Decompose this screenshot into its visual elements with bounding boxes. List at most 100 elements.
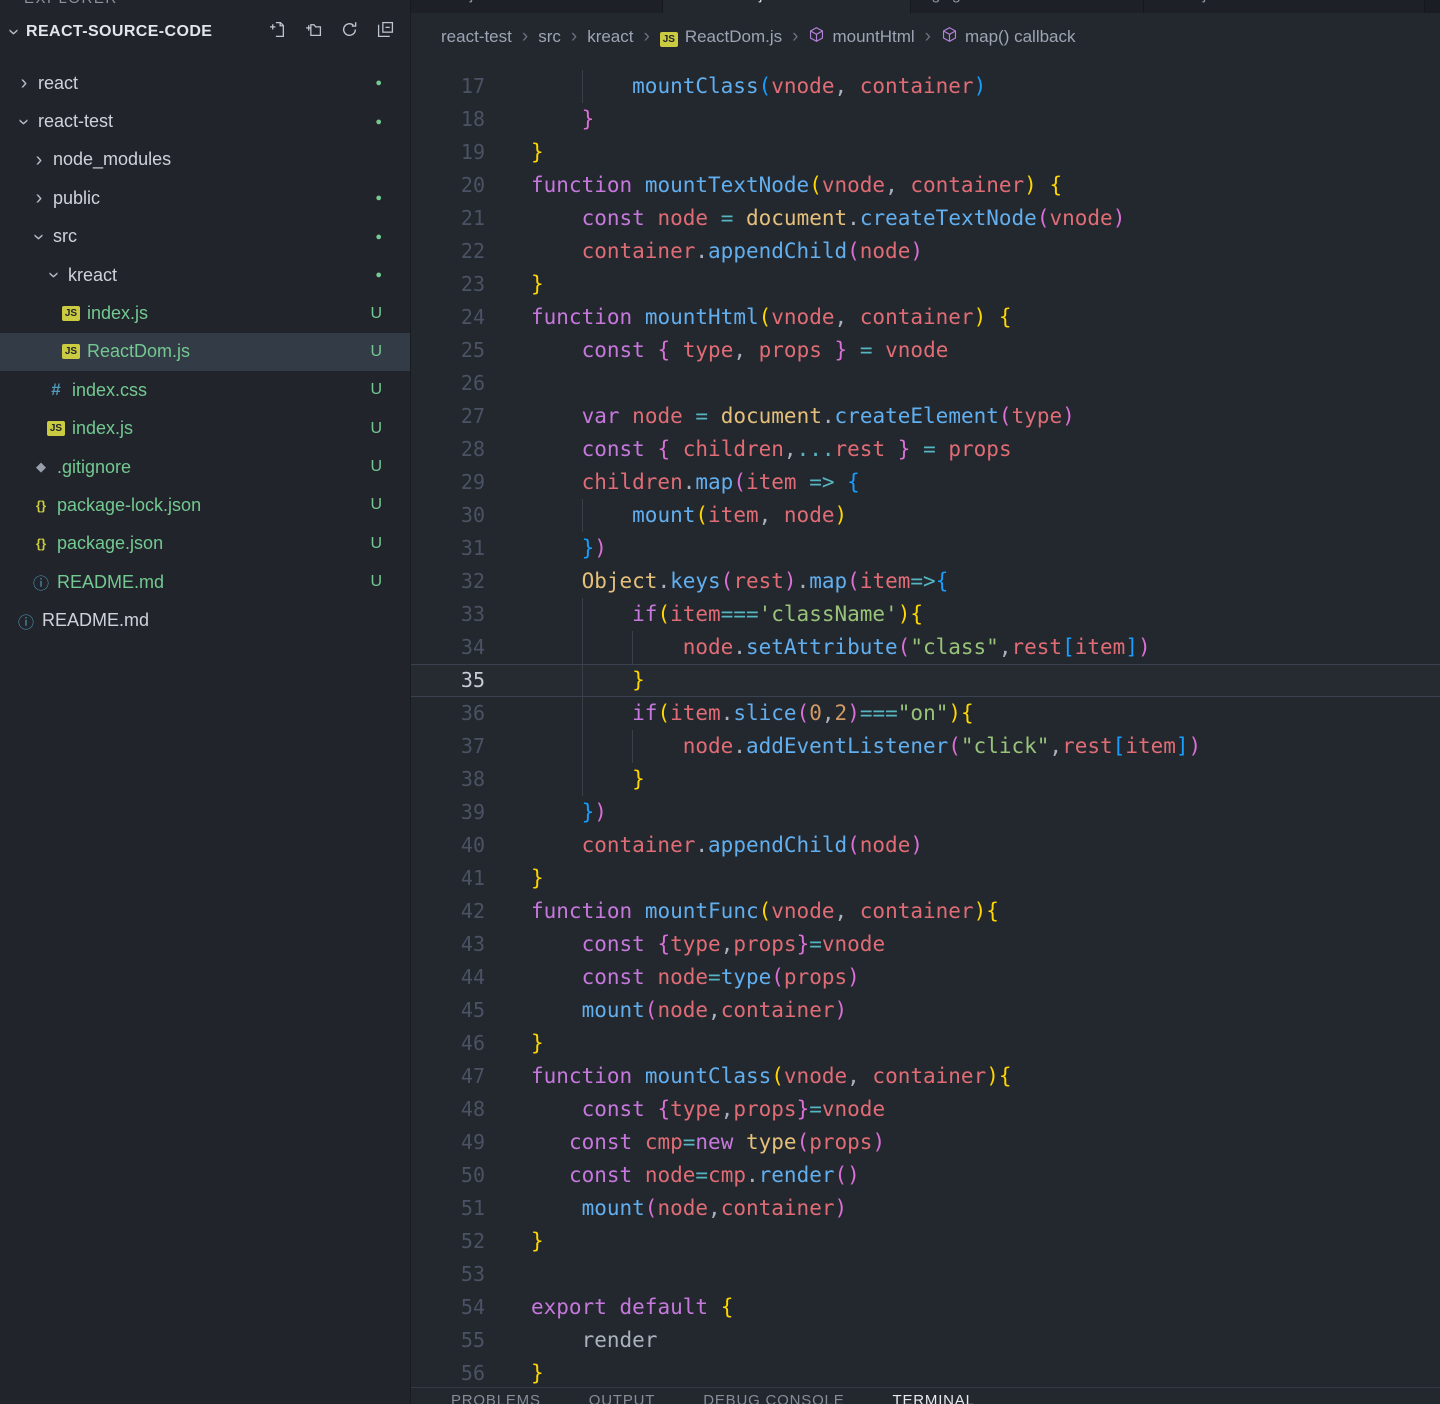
- tree-item-index.js[interactable]: JS index.js U: [0, 410, 410, 448]
- code-line[interactable]: 22 container.appendChild(node): [411, 235, 1440, 268]
- code-line[interactable]: 46}: [411, 1027, 1440, 1060]
- line-number: 37: [460, 734, 485, 758]
- breadcrumb-item[interactable]: map() callback: [941, 26, 1076, 48]
- code-line[interactable]: 25 const { type, props } = vnode: [411, 334, 1440, 367]
- line-number: 34: [460, 635, 485, 659]
- tree-item-ReactDom.js[interactable]: JS ReactDom.js U: [0, 332, 410, 372]
- line-number: 36: [460, 701, 485, 725]
- code-line[interactable]: 55 render: [411, 1324, 1440, 1357]
- code-line[interactable]: 53: [411, 1258, 1440, 1291]
- line-content: var node = document.createElement(type): [581, 404, 1075, 428]
- new-folder-button[interactable]: [300, 19, 326, 45]
- line-content: }): [581, 536, 607, 560]
- tree-item-kreact[interactable]: › kreact ●: [0, 256, 410, 294]
- tab-index.js[interactable]: index.js ...\kreact ●: [1144, 0, 1425, 13]
- line-number: 51: [460, 1196, 485, 1220]
- panel-tab-output[interactable]: OUTPUT: [589, 1392, 655, 1404]
- code-line[interactable]: 33 if(item==='className'){: [411, 598, 1440, 631]
- chevron-right-icon: ›: [35, 148, 43, 171]
- breadcrumb-item[interactable]: kreact: [587, 27, 633, 47]
- chevron-right-icon: ›: [924, 26, 931, 47]
- code-line[interactable]: 21 const node = document.createTextNode(…: [411, 202, 1440, 235]
- code-line[interactable]: 34 node.setAttribute("class",rest[item]): [411, 631, 1440, 664]
- tree-item-node_modules[interactable]: › node_modules: [0, 141, 410, 179]
- panel-tab-problems[interactable]: PROBLEMS: [451, 1392, 541, 1404]
- line-number: 55: [460, 1328, 485, 1352]
- line-content: }: [531, 1229, 544, 1253]
- tab-index.js[interactable]: index.js ...\src ●: [411, 0, 663, 13]
- code-line[interactable]: 44 const node=type(props): [411, 961, 1440, 994]
- tree-item-.gitignore[interactable]: ◆ .gitignore U: [0, 448, 410, 486]
- git-diamond-icon: ◆: [36, 459, 46, 475]
- line-content: const { children,...rest } = props: [581, 437, 1012, 461]
- tree-item-README.md[interactable]: ⓘ README.md: [0, 601, 410, 639]
- code-editor[interactable]: 17 mountClass(vnode, container) 18 } 19} 20…: [411, 61, 1440, 1404]
- tree-item-package.json[interactable]: {} package.json U: [0, 525, 410, 563]
- code-line[interactable]: 27 var node = document.createElement(typ…: [411, 400, 1440, 433]
- chevron-right-icon: ›: [643, 26, 650, 47]
- code-line[interactable]: 37 node.addEventListener("click",rest[it…: [411, 730, 1440, 763]
- code-line[interactable]: 49 const cmp=new type(props): [411, 1126, 1440, 1159]
- code-line[interactable]: 30 mount(item, node): [411, 499, 1440, 532]
- code-line[interactable]: 32 Object.keys(rest).map(item=>{: [411, 565, 1440, 598]
- tree-item-react[interactable]: › react ●: [0, 64, 410, 102]
- explorer-sidebar: EXPLORER › REACT-SOURCE-CODE ›react●›rea…: [0, 0, 410, 1404]
- tab-bar: index.js...\src●ReactDom.js●.gitignore●i…: [411, 0, 1440, 13]
- code-line[interactable]: 43 const {type,props}=vnode: [411, 928, 1440, 961]
- panel-tab-debug-console[interactable]: DEBUG CONSOLE: [703, 1392, 844, 1404]
- breadcrumb-item[interactable]: react-test: [441, 27, 512, 47]
- code-line[interactable]: 17 mountClass(vnode, container): [411, 70, 1440, 103]
- line-number: 40: [460, 833, 485, 857]
- code-line[interactable]: 20 function mountTextNode(vnode, containe…: [411, 169, 1440, 202]
- code-line[interactable]: 45 mount(node,container): [411, 994, 1440, 1027]
- tree-item-index.js[interactable]: JS index.js U: [0, 294, 410, 332]
- code-line[interactable]: 28 const { children,...rest } = props: [411, 433, 1440, 466]
- tree-item-index.css[interactable]: # index.css U: [0, 371, 410, 409]
- tree-item-src[interactable]: › src ●: [0, 218, 410, 256]
- bottom-panel: PROBLEMS OUTPUT DEBUG CONSOLE TERMINAL: [411, 1387, 1440, 1404]
- code-line[interactable]: 54 export default {: [411, 1291, 1440, 1324]
- breadcrumb-item[interactable]: JS ReactDom.js: [659, 27, 782, 47]
- line-number: 26: [460, 371, 485, 395]
- tree-item-README.md[interactable]: ⓘ README.md U: [0, 563, 410, 601]
- code-line[interactable]: 31 }): [411, 532, 1440, 565]
- tab-.gitignore[interactable]: .gitignore ●: [911, 0, 1144, 13]
- code-line[interactable]: 29 children.map(item => {: [411, 466, 1440, 499]
- tree-item-public[interactable]: › public ●: [0, 179, 410, 217]
- code-line[interactable]: 23}: [411, 268, 1440, 301]
- code-line[interactable]: 36 if(item.slice(0,2)==="on"){: [411, 697, 1440, 730]
- code-line[interactable]: 42 function mountFunc(vnode, container){: [411, 895, 1440, 928]
- code-line[interactable]: 19}: [411, 136, 1440, 169]
- code-line[interactable]: 56}: [411, 1357, 1440, 1390]
- code-line[interactable]: 39 }): [411, 796, 1440, 829]
- tab-ReactDom.js[interactable]: ReactDom.js ●: [663, 0, 911, 13]
- tree-item-label: react: [38, 72, 79, 93]
- collapse-folders-button[interactable]: [372, 19, 398, 45]
- code-line[interactable]: 48 const {type,props}=vnode: [411, 1093, 1440, 1126]
- code-line[interactable]: 26: [411, 367, 1440, 400]
- code-line[interactable]: 41}: [411, 862, 1440, 895]
- code-line[interactable]: 24 function mountHtml(vnode, container) {: [411, 301, 1440, 334]
- refresh-explorer-button[interactable]: [336, 19, 362, 45]
- breadcrumb-item[interactable]: src: [538, 27, 561, 47]
- panel-tab-terminal[interactable]: TERMINAL: [893, 1392, 975, 1404]
- code-line[interactable]: 52}: [411, 1225, 1440, 1258]
- breadcrumb-item[interactable]: mountHtml: [808, 26, 915, 48]
- code-line[interactable]: 47 function mountClass(vnode, container){: [411, 1060, 1440, 1093]
- indent-guide: [581, 730, 583, 763]
- chevron-right-icon: ›: [521, 26, 529, 47]
- chevron-right-icon: ›: [35, 187, 43, 210]
- code-line[interactable]: 18 }: [411, 103, 1440, 136]
- code-line[interactable]: 35 }: [411, 664, 1440, 698]
- code-line[interactable]: 38 }: [411, 763, 1440, 796]
- tree-item-react-test[interactable]: › react-test ●: [0, 102, 410, 140]
- explorer-section-header[interactable]: › REACT-SOURCE-CODE: [0, 12, 410, 52]
- line-content: container.appendChild(node): [581, 833, 923, 857]
- code-line[interactable]: 40 container.appendChild(node): [411, 829, 1440, 862]
- code-line[interactable]: 51 mount(node,container): [411, 1192, 1440, 1225]
- workspace-title: REACT-SOURCE-CODE: [26, 23, 213, 40]
- code-line[interactable]: 50 const node=cmp.render(): [411, 1159, 1440, 1192]
- new-file-button[interactable]: [264, 19, 290, 45]
- json-file-icon: {}: [29, 536, 53, 551]
- tree-item-package-lock.json[interactable]: {} package-lock.json U: [0, 486, 410, 524]
